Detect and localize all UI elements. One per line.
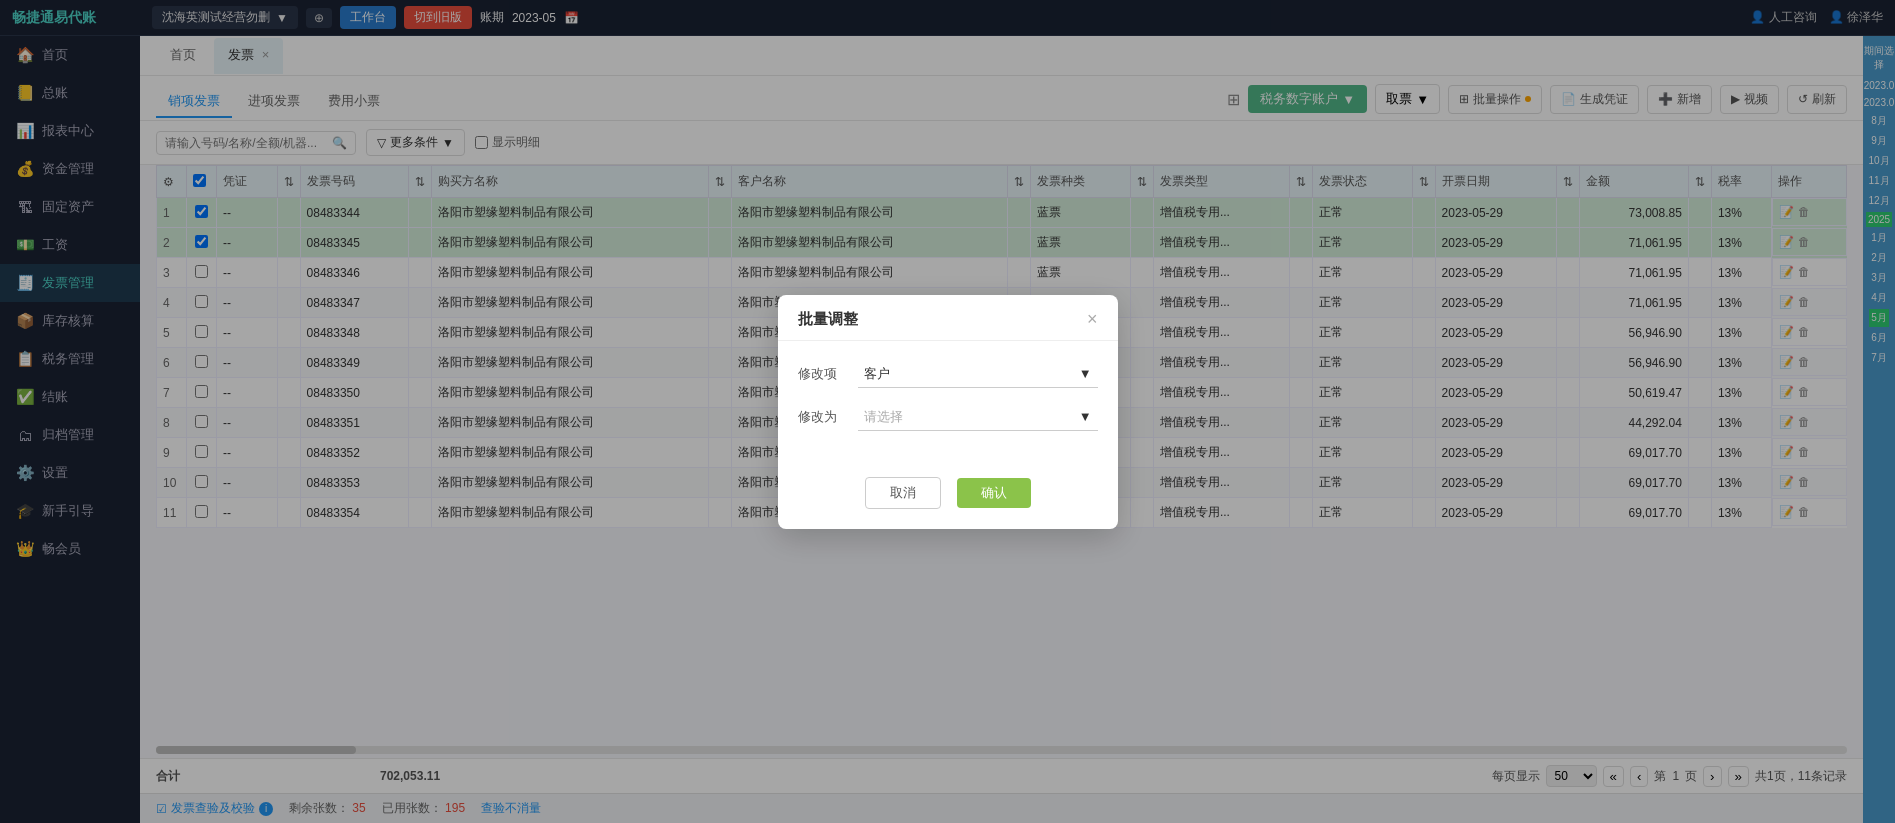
value-label: 修改为 [798, 408, 858, 426]
dropdown-arrow-icon2: ▼ [1079, 409, 1092, 424]
modal-field-row: 修改项 客户 ▼ [798, 361, 1098, 388]
value-selector[interactable]: 请选择 ▼ [858, 404, 1098, 431]
batch-adjust-modal: 批量调整 × 修改项 客户 ▼ 修改为 请选择 ▼ 取消 确认 [778, 295, 1118, 529]
modal-title: 批量调整 [798, 310, 858, 329]
field-label: 修改项 [798, 365, 858, 383]
modal-body: 修改项 客户 ▼ 修改为 请选择 ▼ [778, 341, 1118, 467]
modal-header: 批量调整 × [778, 295, 1118, 341]
modal-footer: 取消 确认 [778, 467, 1118, 529]
modal-value-row: 修改为 请选择 ▼ [798, 404, 1098, 431]
modal-cancel-button[interactable]: 取消 [865, 477, 941, 509]
field-selector[interactable]: 客户 ▼ [858, 361, 1098, 388]
modal-overlay: 批量调整 × 修改项 客户 ▼ 修改为 请选择 ▼ 取消 确认 [0, 0, 1895, 823]
dropdown-arrow-icon: ▼ [1079, 366, 1092, 381]
modal-close-button[interactable]: × [1087, 309, 1098, 330]
modal-confirm-button[interactable]: 确认 [957, 478, 1031, 508]
